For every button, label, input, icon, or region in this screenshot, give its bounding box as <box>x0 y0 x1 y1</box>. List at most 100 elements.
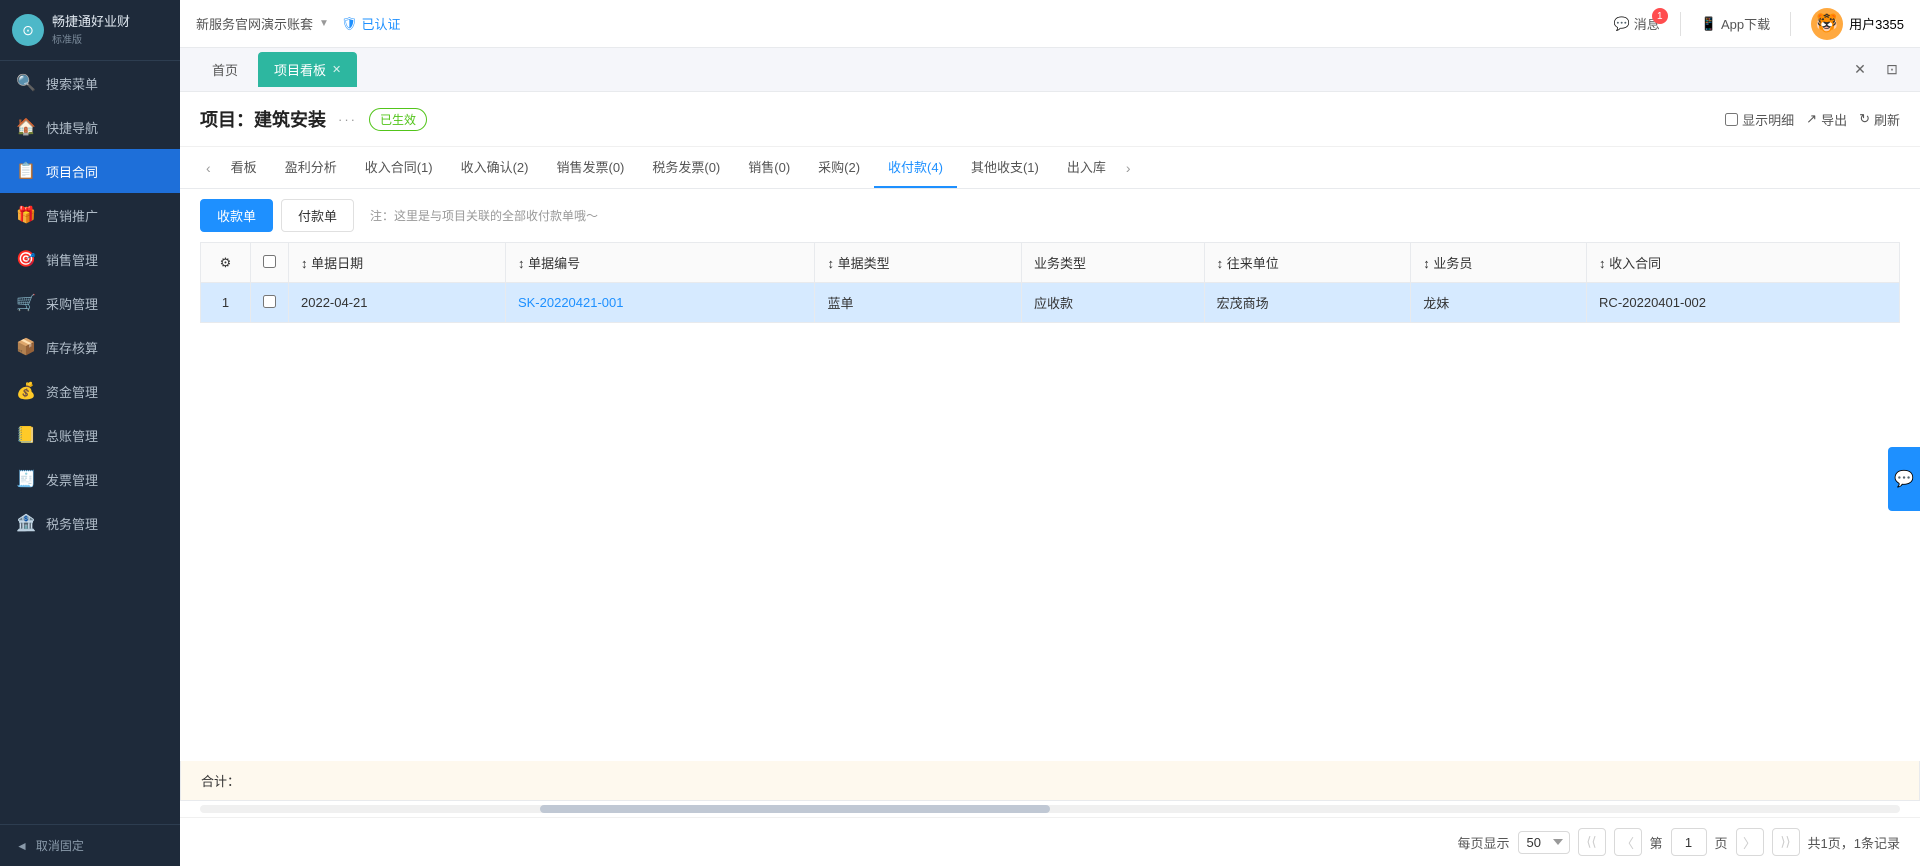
per-page-label: 每页显示 <box>1457 833 1509 852</box>
subtab-6[interactable]: 销售(0) <box>734 147 804 188</box>
subtabs: ‹ 看板盈利分析收入合同(1)收入确认(2)销售发票(0)税务发票(0)销售(0… <box>180 147 1920 189</box>
sidebar-item-search[interactable]: 🔍 搜索菜单 <box>0 61 180 105</box>
user-label: 用户3355 <box>1849 14 1904 33</box>
app-download-label: App下载 <box>1721 14 1770 33</box>
topbar-actions: 💬 消息 1 📱 App下载 🐯 用户3355 <box>1614 8 1904 40</box>
page-content: 项目：建筑安装 ··· 已生效 显示明细 ↗ 导出 ↻ 刷新 ‹ 看板盈利分析收… <box>180 92 1920 866</box>
subtab-5[interactable]: 税务发票(0) <box>638 147 734 188</box>
next-page-btn[interactable]: 〉 <box>1736 828 1764 856</box>
subtab-2[interactable]: 收入合同(1) <box>351 147 447 188</box>
sidebar-item-tax[interactable]: 🏦 税务管理 <box>0 501 180 545</box>
horizontal-scrollbar[interactable] <box>180 801 1920 817</box>
purchase-icon: 🛒 <box>16 293 36 313</box>
sidebar-item-ledger[interactable]: 📒 总账管理 <box>0 413 180 457</box>
app-download-button[interactable]: 📱 App下载 <box>1701 14 1770 33</box>
project-more-btn[interactable]: ··· <box>338 112 357 127</box>
refresh-button[interactable]: ↻ 刷新 <box>1859 110 1900 129</box>
show-detail-checkbox[interactable] <box>1725 113 1738 126</box>
subtab-0[interactable]: 看板 <box>217 147 271 188</box>
subtab-7[interactable]: 采购(2) <box>804 147 874 188</box>
receipts-btn[interactable]: 收款单 <box>200 199 273 232</box>
last-page-btn[interactable]: ⟩⟩ <box>1772 828 1800 856</box>
select-all-checkbox[interactable] <box>263 255 276 268</box>
records-table: ⚙ ↕ 单据日期 ↕ 单据编号 ↕ 单据类型 业务类型 ↕ 往来单位 ↕ 业务员… <box>200 242 1900 323</box>
feedback-button[interactable]: 💬 <box>1888 447 1920 511</box>
tab-maximize-btn[interactable]: ⊡ <box>1880 58 1904 82</box>
tab-close-icon[interactable]: ✕ <box>332 63 341 76</box>
phone-icon: 📱 <box>1701 16 1717 32</box>
tab-project-board[interactable]: 项目看板 ✕ <box>258 52 357 87</box>
project-status-badge: 已生效 <box>369 108 427 131</box>
sidebar-item-finance-label: 资金管理 <box>46 382 98 401</box>
subtab-4[interactable]: 销售发票(0) <box>542 147 638 188</box>
row-contract-0: RC-20220401-002 <box>1587 283 1900 323</box>
export-icon: ↗ <box>1806 111 1817 127</box>
messages-button[interactable]: 💬 消息 1 <box>1614 14 1660 33</box>
subtab-8[interactable]: 收付款(4) <box>874 147 957 188</box>
payments-btn[interactable]: 付款单 <box>281 199 354 232</box>
sidebar-item-contract-label: 项目合同 <box>46 162 98 181</box>
quicknav-icon: 🏠 <box>16 117 36 137</box>
tab-home[interactable]: 首页 <box>196 52 254 87</box>
show-detail-label: 显示明细 <box>1742 110 1794 129</box>
search-icon: 🔍 <box>16 73 36 93</box>
sidebar-item-ledger-label: 总账管理 <box>46 426 98 445</box>
cert-label: 已认证 <box>361 14 400 33</box>
sidebar-item-quicknav-label: 快捷导航 <box>46 118 98 137</box>
row-checkbox-0[interactable] <box>263 295 276 308</box>
account-selector[interactable]: 新服务官网演示账套 ▼ <box>196 14 329 33</box>
settings-icon[interactable]: ⚙ <box>220 255 232 270</box>
table-row: 1 2022-04-21 SK-20220421-001 蓝单 应收款 宏茂商场… <box>201 283 1900 323</box>
export-label: 导出 <box>1821 110 1847 129</box>
cert-status: 🛡 已认证 <box>341 14 401 33</box>
row-number-0: SK-20220421-001 <box>505 283 814 323</box>
subtab-prev-arrow[interactable]: ‹ <box>200 150 217 186</box>
row-number-link-0[interactable]: SK-20220421-001 <box>518 295 624 310</box>
page-prefix-label: 第 <box>1650 833 1663 852</box>
col-date-header: ↕ 单据日期 <box>289 243 506 283</box>
sidebar-item-marketing-label: 营销推广 <box>46 206 98 225</box>
sidebar-nav: 🔍 搜索菜单 🏠 快捷导航 📋 项目合同 🎁 营销推广 🎯 销售管理 🛒 采购管… <box>0 61 180 824</box>
sidebar-item-search-label: 搜索菜单 <box>46 74 98 93</box>
row-check-0[interactable] <box>251 283 289 323</box>
user-avatar: 🐯 <box>1811 8 1843 40</box>
subtab-1[interactable]: 盈利分析 <box>271 147 351 188</box>
account-name: 新服务官网演示账套 <box>196 14 313 33</box>
tab-close-window-btn[interactable]: ✕ <box>1848 58 1872 82</box>
sidebar-item-quicknav[interactable]: 🏠 快捷导航 <box>0 105 180 149</box>
topbar-divider-2 <box>1790 12 1791 36</box>
sidebar-item-inventory[interactable]: 📦 库存核算 <box>0 325 180 369</box>
pagination: 每页显示 50 100 200 ⟨⟨ 〈 第 页 〉 ⟩⟩ 共1页，1条记录 <box>180 817 1920 866</box>
prev-page-btn[interactable]: 〈 <box>1614 828 1642 856</box>
sidebar-item-invoice[interactable]: 🧾 发票管理 <box>0 457 180 501</box>
col-settings[interactable]: ⚙ <box>201 243 251 283</box>
subtab-9[interactable]: 其他收支(1) <box>957 147 1053 188</box>
page-input[interactable] <box>1671 828 1707 856</box>
sidebar: ⊙ 畅捷通好业财 标准版 🔍 搜索菜单 🏠 快捷导航 📋 项目合同 🎁 营销推广… <box>0 0 180 866</box>
project-header: 项目：建筑安装 ··· 已生效 显示明细 ↗ 导出 ↻ 刷新 <box>180 92 1920 147</box>
scrollbar-thumb[interactable] <box>540 805 1050 813</box>
sidebar-item-sales[interactable]: 🎯 销售管理 <box>0 237 180 281</box>
row-partner-0: 宏茂商场 <box>1204 283 1411 323</box>
user-menu[interactable]: 🐯 用户3355 <box>1811 8 1904 40</box>
tabbar-controls: ✕ ⊡ <box>1848 58 1904 82</box>
per-page-select[interactable]: 50 100 200 <box>1518 831 1570 854</box>
contract-icon: 📋 <box>16 161 36 181</box>
subtab-10[interactable]: 出入库 <box>1053 147 1120 188</box>
app-logo: ⊙ <box>12 14 44 46</box>
show-detail-toggle[interactable]: 显示明细 <box>1725 110 1794 129</box>
row-type-0: 蓝单 <box>815 283 1022 323</box>
sidebar-item-marketing[interactable]: 🎁 营销推广 <box>0 193 180 237</box>
subtab-3[interactable]: 收入确认(2) <box>447 147 543 188</box>
export-button[interactable]: ↗ 导出 <box>1806 110 1847 129</box>
shield-icon: 🛡 <box>341 16 358 32</box>
topbar-divider-1 <box>1680 12 1681 36</box>
sidebar-item-purchase[interactable]: 🛒 采购管理 <box>0 281 180 325</box>
first-page-btn[interactable]: ⟨⟨ <box>1578 828 1606 856</box>
sidebar-pin-toggle[interactable]: ◄ 取消固定 <box>0 824 180 866</box>
sidebar-item-finance[interactable]: 💰 资金管理 <box>0 369 180 413</box>
col-contract-header: ↕ 收入合同 <box>1587 243 1900 283</box>
finance-icon: 💰 <box>16 381 36 401</box>
subtab-next-arrow[interactable]: › <box>1120 150 1137 186</box>
sidebar-item-contract[interactable]: 📋 项目合同 <box>0 149 180 193</box>
